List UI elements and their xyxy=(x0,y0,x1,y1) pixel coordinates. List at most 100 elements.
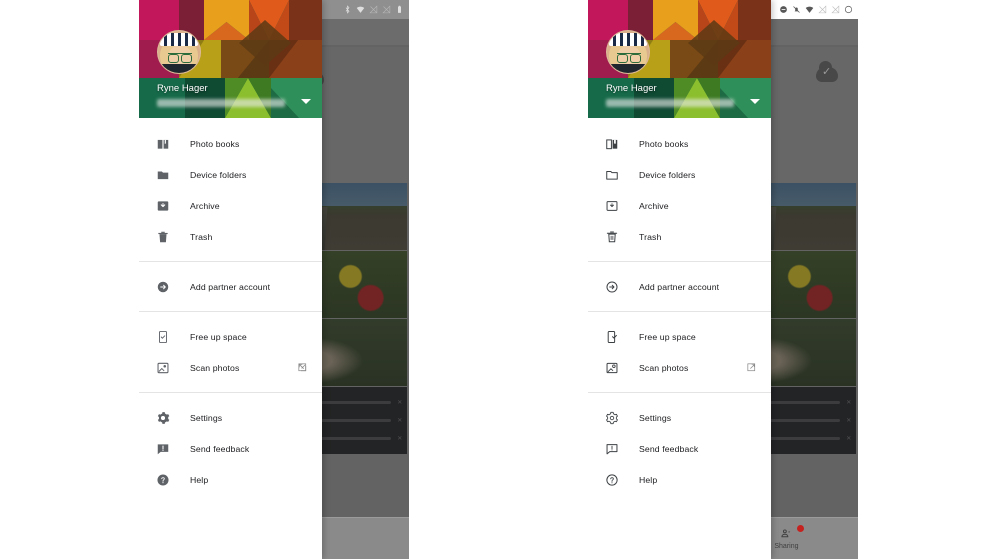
menu-item-label: Archive xyxy=(190,200,220,211)
help-icon xyxy=(603,471,621,489)
partner-share-icon xyxy=(603,278,621,296)
free-up-space-icon xyxy=(154,328,172,346)
comparison-stage: ✕ ✕ ✕ Sharing xyxy=(0,0,1000,559)
drawer-menu-left: Photo books Device folders Archive Trash… xyxy=(139,118,322,559)
menu-item-label: Trash xyxy=(190,231,213,242)
sharing-people-icon xyxy=(781,529,791,538)
open-external-icon[interactable] xyxy=(746,362,757,373)
menu-item-label: Add partner account xyxy=(639,281,720,292)
menu-item-free-up-space[interactable]: Free up space xyxy=(588,321,771,352)
menu-item-label: Scan photos xyxy=(639,362,689,373)
bottom-nav-item[interactable]: Sharing xyxy=(774,525,804,550)
bottom-nav-label: Sharing xyxy=(774,543,799,550)
account-name: Ryne Hager xyxy=(157,83,208,94)
scan-photos-icon xyxy=(603,359,621,377)
wifi-icon xyxy=(356,6,365,13)
avatar[interactable] xyxy=(606,30,650,74)
menu-item-label: Device folders xyxy=(639,169,696,180)
menu-item-photo-books[interactable]: Photo books xyxy=(588,128,771,159)
partner-share-icon xyxy=(154,278,172,296)
menu-item-photo-books[interactable]: Photo books xyxy=(139,128,322,159)
menu-item-label: Free up space xyxy=(639,331,696,342)
menu-item-add-partner-account[interactable]: Add partner account xyxy=(139,271,322,302)
sim-none-2-icon xyxy=(382,5,391,14)
chevron-down-icon[interactable] xyxy=(750,99,760,104)
account-header-left[interactable]: Ryne Hager xyxy=(139,0,322,118)
wifi-icon xyxy=(805,6,814,13)
battery-circle-icon xyxy=(844,5,853,14)
account-email-blurred xyxy=(606,99,734,107)
trash-icon xyxy=(154,228,172,246)
menu-item-scan-photos[interactable]: Scan photos xyxy=(139,352,322,383)
feedback-icon xyxy=(603,440,621,458)
feedback-icon xyxy=(154,440,172,458)
folder-icon xyxy=(603,166,621,184)
account-name: Ryne Hager xyxy=(606,83,657,94)
menu-item-add-partner-account[interactable]: Add partner account xyxy=(588,271,771,302)
chevron-down-icon[interactable] xyxy=(301,99,311,104)
drawer-menu-right: Photo books Device folders Archive Trash… xyxy=(588,118,771,559)
menu-item-trash[interactable]: Trash xyxy=(588,221,771,252)
menu-item-settings[interactable]: Settings xyxy=(139,402,322,433)
menu-item-label: Add partner account xyxy=(190,281,271,292)
account-header-right[interactable]: Ryne Hager xyxy=(588,0,771,118)
avatar[interactable] xyxy=(157,30,201,74)
phone-screenshot-right: ✕ ✕ ✕ t Sha xyxy=(588,0,858,559)
menu-divider xyxy=(139,261,322,262)
mute-bell-icon xyxy=(793,6,800,13)
phone-screenshot-left: ✕ ✕ ✕ Sharing xyxy=(139,0,409,559)
menu-item-archive[interactable]: Archive xyxy=(139,190,322,221)
menu-divider xyxy=(588,261,771,262)
free-up-space-icon xyxy=(603,328,621,346)
menu-item-label: Send feedback xyxy=(639,443,699,454)
menu-item-label: Photo books xyxy=(639,138,689,149)
gear-icon xyxy=(154,409,172,427)
sim-none-1-icon xyxy=(818,5,827,14)
sim-none-2-icon xyxy=(831,5,840,14)
trash-icon xyxy=(603,228,621,246)
photo-books-icon xyxy=(603,135,621,153)
sim-none-1-icon xyxy=(369,5,378,14)
menu-item-help[interactable]: Help xyxy=(588,464,771,495)
photo-books-icon xyxy=(154,135,172,153)
help-icon xyxy=(154,471,172,489)
menu-item-label: Scan photos xyxy=(190,362,240,373)
menu-item-label: Send feedback xyxy=(190,443,250,454)
menu-item-label: Archive xyxy=(639,200,669,211)
dnd-icon xyxy=(780,6,787,13)
menu-item-trash[interactable]: Trash xyxy=(139,221,322,252)
open-external-icon[interactable] xyxy=(297,362,308,373)
menu-divider xyxy=(588,392,771,393)
archive-icon xyxy=(603,197,621,215)
menu-item-label: Settings xyxy=(639,412,672,423)
menu-item-label: Free up space xyxy=(190,331,247,342)
navigation-drawer-left: Ryne Hager Photo books Device folders Ar… xyxy=(139,0,322,559)
archive-icon xyxy=(154,197,172,215)
folder-icon xyxy=(154,166,172,184)
menu-item-scan-photos[interactable]: Scan photos xyxy=(588,352,771,383)
gear-icon xyxy=(603,409,621,427)
menu-item-label: Settings xyxy=(190,412,223,423)
status-badge xyxy=(796,525,804,532)
account-email-blurred xyxy=(157,99,285,107)
menu-item-device-folders[interactable]: Device folders xyxy=(588,159,771,190)
menu-item-free-up-space[interactable]: Free up space xyxy=(139,321,322,352)
menu-item-settings[interactable]: Settings xyxy=(588,402,771,433)
menu-item-label: Device folders xyxy=(190,169,247,180)
menu-item-send-feedback[interactable]: Send feedback xyxy=(588,433,771,464)
battery-icon xyxy=(398,5,401,13)
menu-item-label: Trash xyxy=(639,231,662,242)
menu-item-label: Photo books xyxy=(190,138,240,149)
menu-item-send-feedback[interactable]: Send feedback xyxy=(139,433,322,464)
menu-item-label: Help xyxy=(190,474,209,485)
menu-item-help[interactable]: Help xyxy=(139,464,322,495)
menu-item-device-folders[interactable]: Device folders xyxy=(139,159,322,190)
menu-divider xyxy=(588,311,771,312)
menu-item-archive[interactable]: Archive xyxy=(588,190,771,221)
menu-item-label: Help xyxy=(639,474,658,485)
navigation-drawer-right: Ryne Hager Photo books Device folders Ar… xyxy=(588,0,771,559)
menu-divider xyxy=(139,311,322,312)
bluetooth-icon xyxy=(345,5,350,14)
scan-photos-icon xyxy=(154,359,172,377)
menu-divider xyxy=(139,392,322,393)
